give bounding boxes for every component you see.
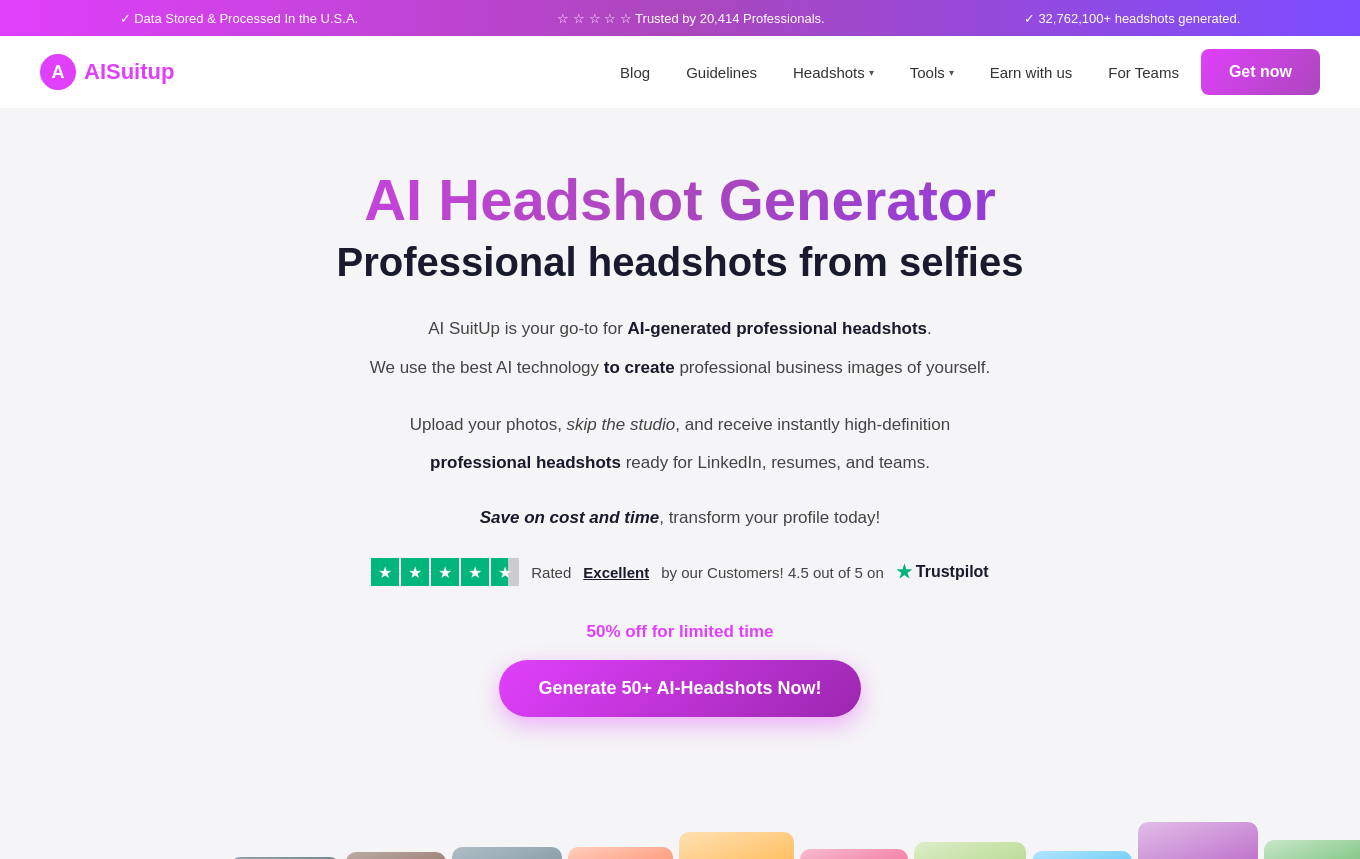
trustpilot-brand-name: Trustpilot [916,563,989,581]
headshot-8 [800,849,908,859]
headshot-12 [1264,840,1360,859]
headshots-chevron-icon: ▾ [869,67,874,78]
headshots-area [20,757,1340,859]
headshots-grid [30,822,1330,859]
limited-offer-text: 50% off for limited time [20,622,1340,642]
star-3: ★ [431,558,459,586]
nav-links: Blog Guidelines Headshots ▾ Tools ▾ Earn… [606,49,1320,95]
nav-link-blog[interactable]: Blog [606,56,664,89]
navbar: A AISuitup Blog Guidelines Headshots ▾ T… [0,36,1360,108]
headshot-5 [452,847,562,859]
banner-check-3: ✓ 32,762,100+ headshots generated. [1024,11,1241,26]
nav-link-headshots[interactable]: Headshots ▾ [779,56,888,89]
generate-cta-button[interactable]: Generate 50+ AI-Headshots Now! [499,660,862,717]
hero-desc-1: AI SuitUp is your go-to for AI-generated… [360,315,1000,344]
hero-desc-4: professional headshots ready for LinkedI… [360,449,1000,478]
trustpilot-stars: ★ ★ ★ ★ ★ [371,558,519,586]
nav-link-earn[interactable]: Earn with us [976,56,1087,89]
trust-excellent-link[interactable]: Excellent [583,564,649,581]
headshot-10 [1032,851,1132,859]
top-banner: ✓ Data Stored & Processed In the U.S.A. … [0,0,1360,36]
get-now-button[interactable]: Get now [1201,49,1320,95]
banner-item-2: ☆ ☆ ☆ ☆ ☆ Trusted by 20,414 Professional… [557,11,824,26]
star-5: ★ [491,558,519,586]
hero-subtitle: Professional headshots from selfies [20,240,1340,285]
trustpilot-logo-icon: ★ [896,561,912,583]
hero-desc-2: We use the best AI technology to create … [360,354,1000,383]
tools-chevron-icon: ▾ [949,67,954,78]
banner-item-1: ✓ Data Stored & Processed In the U.S.A. [120,11,359,26]
nav-link-teams[interactable]: For Teams [1094,56,1193,89]
nav-link-guidelines[interactable]: Guidelines [672,56,771,89]
logo-text-ai: AI [84,59,106,84]
headshot-4 [346,852,446,859]
banner-check-1: ✓ Data Stored & Processed In the U.S.A. [120,11,359,26]
trust-rated-label: Rated [531,564,571,581]
headshot-6 [568,847,673,859]
banner-item-3: ✓ 32,762,100+ headshots generated. [1024,11,1241,26]
hero-desc-3: Upload your photos, skip the studio, and… [360,411,1000,440]
star-2: ★ [401,558,429,586]
star-1: ★ [371,558,399,586]
headshot-7 [679,832,794,859]
logo-icon: A [40,54,76,90]
star-4: ★ [461,558,489,586]
main-hero: AI Headshot Generator Professional heads… [0,108,1360,859]
logo-text: AISuitup [84,59,174,85]
headshot-9 [914,842,1026,859]
hero-title: AI Headshot Generator [20,168,1340,232]
trust-suffix: by our Customers! 4.5 out of 5 on [661,564,884,581]
banner-stars: ☆ ☆ ☆ ☆ ☆ Trusted by 20,414 Professional… [557,11,824,26]
hero-tagline: Save on cost and time, transform your pr… [20,508,1340,528]
nav-link-tools[interactable]: Tools ▾ [896,56,968,89]
headshot-11 [1138,822,1258,859]
logo[interactable]: A AISuitup [40,54,174,90]
trustpilot-logo: ★ Trustpilot [896,561,989,583]
svg-text:A: A [52,62,65,82]
trustpilot-row: ★ ★ ★ ★ ★ Rated Excellent by our Custome… [20,558,1340,586]
